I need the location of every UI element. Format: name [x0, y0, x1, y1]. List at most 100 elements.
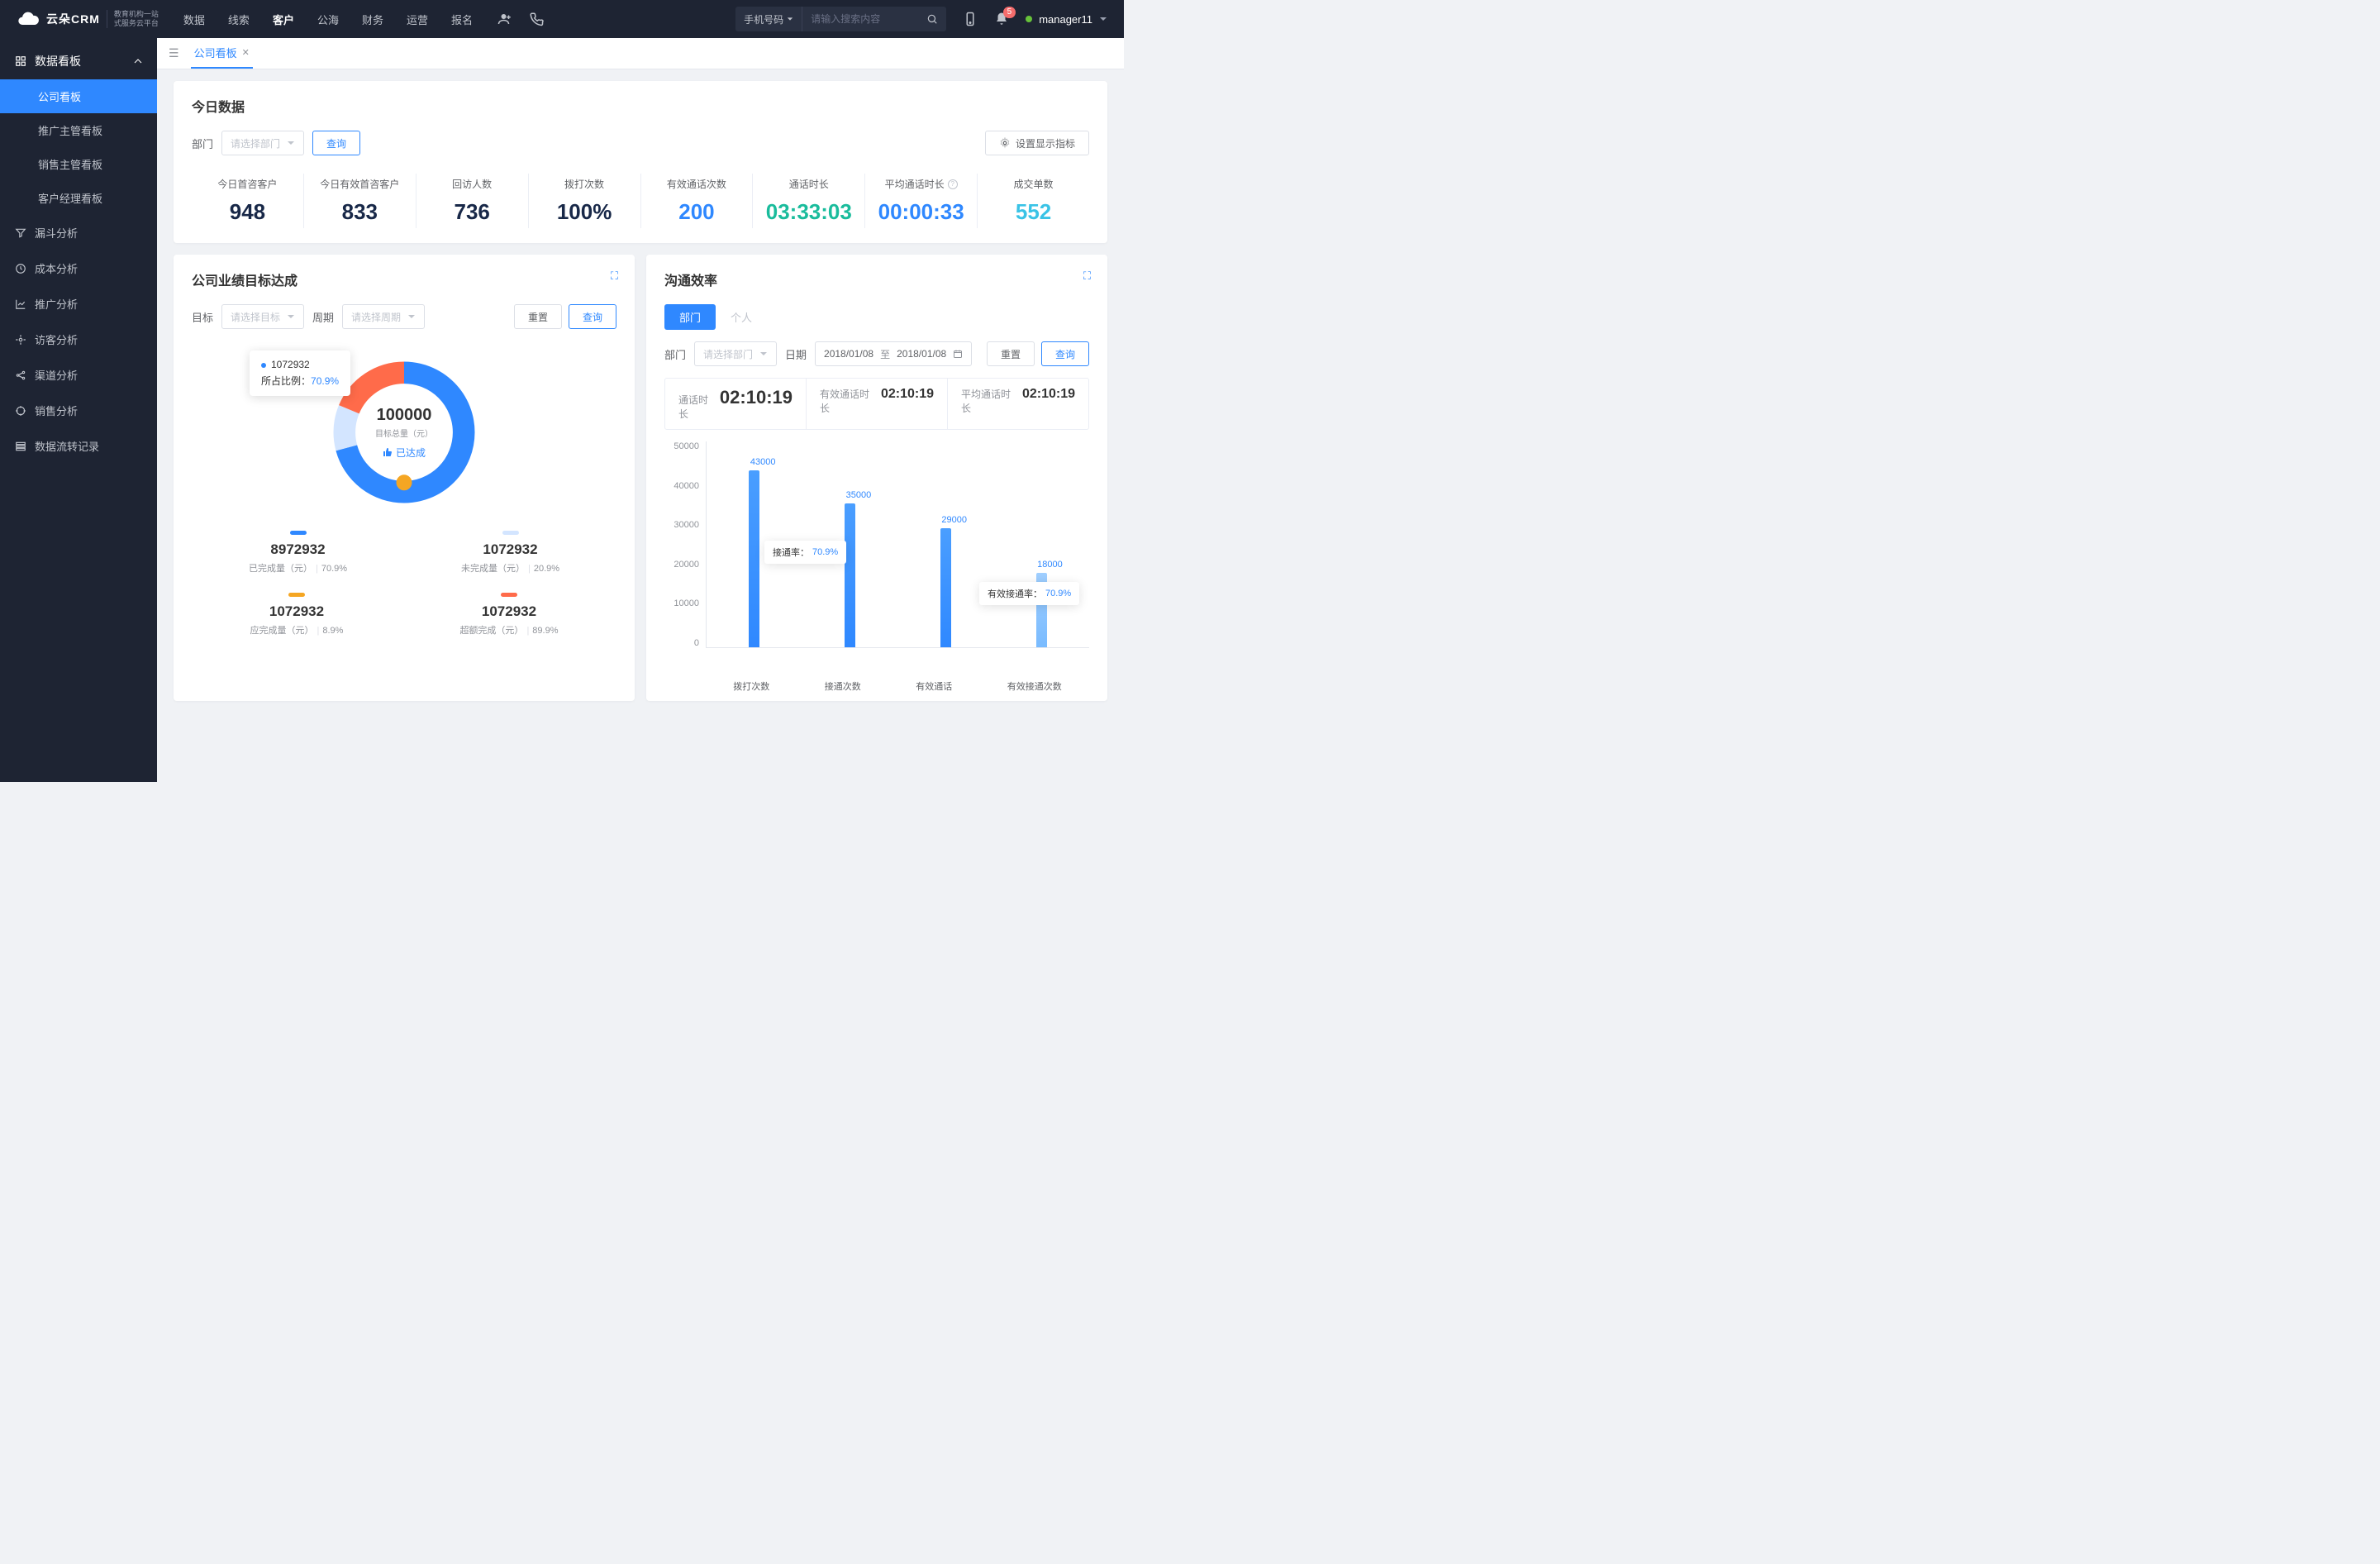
search-input[interactable]: [802, 7, 918, 31]
x-label: 有效通话: [916, 679, 952, 693]
sidebar-item-sales-manager[interactable]: 销售主管看板: [0, 147, 157, 181]
stat-item: 今日首咨客户948: [192, 174, 304, 228]
comm-dept-select[interactable]: 请选择部门: [694, 341, 777, 366]
chart-tip-effective-rate: 有效接通率：70.9%: [979, 582, 1079, 605]
stat-item: 通话时长03:33:03: [753, 174, 865, 228]
nav-customer[interactable]: 客户: [273, 12, 294, 27]
time-stat: 平均通话时长02:10:19: [948, 379, 1088, 429]
x-label: 拨打次数: [733, 679, 769, 693]
comm-time-stats: 通话时长02:10:19有效通话时长02:10:19平均通话时长02:10:19: [664, 378, 1089, 430]
expand-icon[interactable]: ⛶: [1083, 269, 1091, 283]
plot-area: 43000350002900018000 接通率：70.9% 有效接通率：70.…: [706, 441, 1089, 648]
legend-item: 1072932未完成量（元）|20.9%: [461, 531, 559, 575]
sidebar-group-dashboard[interactable]: 数据看板: [0, 43, 157, 79]
sidebar-item-funnel[interactable]: 漏斗分析: [0, 215, 157, 250]
dept-label: 部门: [664, 346, 686, 362]
funnel-icon: [15, 227, 26, 239]
user-menu[interactable]: manager11: [1026, 13, 1107, 26]
sidebar-item-flow[interactable]: 数据流转记录: [0, 428, 157, 464]
chevron-down-icon: [287, 139, 295, 147]
chevron-down-icon: [759, 350, 768, 358]
query-button[interactable]: 查询: [569, 304, 616, 329]
notification-button[interactable]: 5: [994, 12, 1009, 26]
chart-tip-connect-rate: 接通率：70.9%: [764, 541, 846, 564]
sidebar-item-account-manager[interactable]: 客户经理看板: [0, 181, 157, 215]
performance-title: 公司业绩目标达成: [192, 269, 616, 289]
crosshair-icon: [15, 405, 26, 417]
legend-item: 1072932应完成量（元）|8.9%: [250, 593, 344, 637]
dashboard-icon: [15, 55, 26, 67]
legend-item: 8972932已完成量（元）|70.9%: [249, 531, 347, 575]
phone-icon[interactable]: [529, 12, 544, 26]
performance-card: ⛶ 公司业绩目标达成 目标 请选择目标 周期 请选择周期 重置 查询: [174, 255, 635, 701]
hamburger-icon[interactable]: ☰: [169, 46, 179, 60]
time-stat: 通话时长02:10:19: [665, 379, 807, 429]
dept-select[interactable]: 请选择部门: [221, 131, 304, 155]
mobile-icon[interactable]: [963, 12, 978, 26]
top-bar: 云朵CRM 教育机构一站式服务云平台 数据 线索 客户 公海 财务 运营 报名 …: [0, 0, 1124, 38]
logo-text: 云朵CRM: [46, 11, 100, 27]
close-icon[interactable]: ✕: [242, 47, 250, 58]
comm-title: 沟通效率: [664, 269, 1089, 289]
search-button[interactable]: [918, 13, 946, 25]
logo-subtitle: 教育机构一站式服务云平台: [107, 10, 159, 28]
gear-icon: [999, 137, 1011, 149]
status-dot-icon: [1026, 16, 1032, 22]
today-filter-row: 部门 请选择部门 查询 设置显示指标: [192, 131, 1089, 155]
pill-dept[interactable]: 部门: [664, 304, 716, 330]
date-label: 日期: [785, 346, 807, 362]
settings-button[interactable]: 设置显示指标: [985, 131, 1089, 155]
chevron-up-icon: [134, 57, 142, 65]
target-select[interactable]: 请选择目标: [221, 304, 304, 329]
target-label: 目标: [192, 309, 213, 325]
query-button[interactable]: 查询: [1041, 341, 1089, 366]
nav-operation[interactable]: 运营: [407, 12, 428, 27]
comm-pills: 部门 个人: [664, 304, 1089, 330]
x-label: 接通次数: [825, 679, 861, 693]
nav-sea[interactable]: 公海: [317, 12, 339, 27]
stat-item: 有效通话次数200: [641, 174, 754, 228]
sidebar-item-promo[interactable]: 推广分析: [0, 286, 157, 322]
nav-finance[interactable]: 财务: [362, 12, 383, 27]
today-title: 今日数据: [192, 96, 1089, 116]
bar-chart: 50000400003000020000100000 4300035000290…: [664, 441, 1089, 673]
sidebar-item-sales[interactable]: 销售分析: [0, 393, 157, 428]
sidebar: 数据看板 公司看板 推广主管看板 销售主管看板 客户经理看板 漏斗分析 成本分析…: [0, 38, 157, 782]
search-icon: [926, 13, 938, 25]
nav-leads[interactable]: 线索: [228, 12, 250, 27]
comm-filter: 部门 请选择部门 日期 2018/01/08 至 2018/01/08 重置 查…: [664, 341, 1089, 366]
chevron-down-icon: [787, 16, 793, 22]
today-stats: 今日首咨客户948今日有效首咨客户833回访人数736拨打次数100%有效通话次…: [192, 174, 1089, 228]
sidebar-item-channel[interactable]: 渠道分析: [0, 357, 157, 393]
search-box: 手机号码: [735, 7, 946, 31]
nav-signup[interactable]: 报名: [451, 12, 473, 27]
search-type-select[interactable]: 手机号码: [735, 7, 802, 31]
sidebar-item-promo-manager[interactable]: 推广主管看板: [0, 113, 157, 147]
info-icon[interactable]: ?: [948, 179, 958, 189]
query-button[interactable]: 查询: [312, 131, 360, 155]
expand-icon[interactable]: ⛶: [611, 269, 618, 283]
logo[interactable]: 云朵CRM 教育机构一站式服务云平台: [17, 7, 159, 31]
reset-button[interactable]: 重置: [514, 304, 562, 329]
stat-item: 今日有效首咨客户833: [304, 174, 416, 228]
period-select[interactable]: 请选择周期: [342, 304, 425, 329]
main: ☰ 公司看板 ✕ 今日数据 部门 请选择部门 查询: [157, 38, 1124, 782]
sidebar-item-company[interactable]: 公司看板: [0, 79, 157, 113]
sidebar-item-visitor[interactable]: 访客分析: [0, 322, 157, 357]
tab-company-board[interactable]: 公司看板 ✕: [191, 38, 253, 69]
dept-label: 部门: [192, 136, 213, 151]
sidebar-item-cost[interactable]: 成本分析: [0, 250, 157, 286]
add-user-icon[interactable]: [497, 12, 512, 26]
y-axis: 50000400003000020000100000: [664, 441, 706, 648]
stat-item: 平均通话时长?00:00:33: [865, 174, 978, 228]
reset-button[interactable]: 重置: [987, 341, 1035, 366]
donut-chart: 100000 目标总量（元） 已达成 1072932 所占比例：70.9%: [192, 337, 616, 527]
notification-badge: 5: [1003, 7, 1016, 18]
content: 今日数据 部门 请选择部门 查询 设置显示指标 今日首咨客户948今日有效首咨客…: [157, 69, 1124, 782]
performance-legend: 8972932已完成量（元）|70.9% 1072932未完成量（元）|20.9%…: [192, 531, 616, 637]
date-range-input[interactable]: 2018/01/08 至 2018/01/08: [815, 341, 972, 366]
nav-data[interactable]: 数据: [183, 12, 205, 27]
stat-item: 回访人数736: [416, 174, 529, 228]
pill-person[interactable]: 个人: [716, 304, 767, 330]
period-label: 周期: [312, 309, 334, 325]
